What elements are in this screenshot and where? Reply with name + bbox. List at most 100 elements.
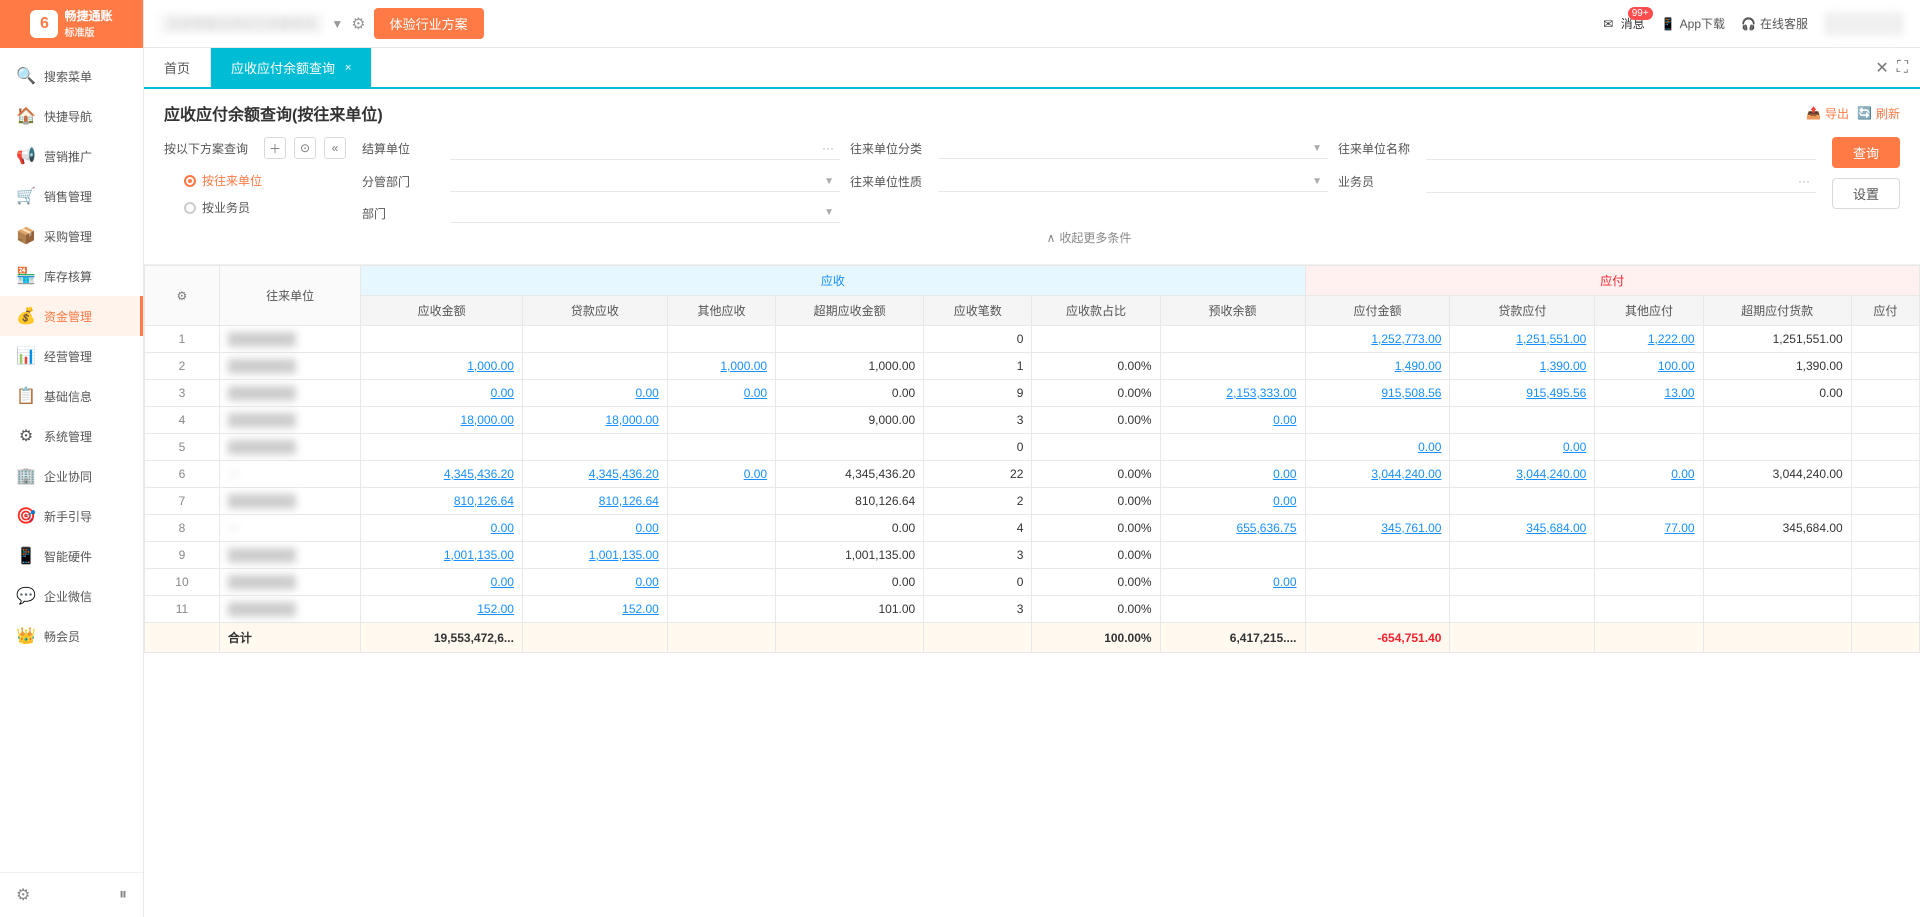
cell-link[interactable]: 0.00: [1273, 575, 1296, 589]
cell-link[interactable]: 0.00: [636, 575, 659, 589]
cell-link[interactable]: 0.00: [1563, 440, 1586, 454]
collapse-icon[interactable]: ⏸: [119, 886, 127, 904]
settlement-input[interactable]: ···: [450, 137, 840, 160]
filter-target-btn[interactable]: ⊙: [294, 137, 316, 159]
cell-link[interactable]: 1,390.00: [1540, 359, 1587, 373]
table-row: 9████████1,001,135.001,001,135.001,001,1…: [145, 542, 1920, 569]
settings-icon[interactable]: ⚙: [16, 885, 30, 905]
app-download-btn[interactable]: 📱 App下载: [1661, 15, 1725, 32]
cell-link[interactable]: 0.00: [744, 467, 767, 481]
tab-current[interactable]: 应收应付余额查询 ×: [211, 48, 372, 87]
collapse-btn[interactable]: ∧ 收起更多条件: [362, 223, 1816, 252]
user-avatar[interactable]: [1824, 12, 1904, 36]
sidebar-item-system[interactable]: ⚙系统管理: [0, 416, 143, 456]
cell-link[interactable]: 0.00: [491, 575, 514, 589]
cell-link[interactable]: 2,153,333.00: [1226, 386, 1296, 400]
sidebar-icon-quick-nav: 🏠: [16, 106, 36, 126]
sidebar-item-capital[interactable]: 💰资金管理: [0, 296, 143, 336]
filter-add-btn[interactable]: ＋: [264, 137, 286, 159]
cell-link[interactable]: 0.00: [491, 386, 514, 400]
cell-link[interactable]: 345,761.00: [1381, 521, 1441, 535]
breadcrumb-arrow[interactable]: ▼: [331, 17, 343, 31]
sidebar-label-quick-nav: 快捷导航: [44, 108, 92, 125]
filter-tab-by-staff[interactable]: 按业务员: [176, 196, 346, 219]
message-btn[interactable]: ✉ 99+ 消息: [1603, 15, 1644, 32]
sidebar-item-search-menu[interactable]: 🔍搜索菜单: [0, 56, 143, 96]
cell-link[interactable]: 0.00: [1671, 467, 1694, 481]
cell-link[interactable]: 810,126.64: [599, 494, 659, 508]
cell-link[interactable]: 915,495.56: [1526, 386, 1586, 400]
cell-link[interactable]: 1,252,773.00: [1371, 332, 1441, 346]
filter-tab-by-unit[interactable]: 按往来单位: [176, 169, 346, 192]
sidebar-item-quick-nav[interactable]: 🏠 快捷导航: [0, 96, 143, 136]
col-settings[interactable]: ⚙: [145, 266, 220, 326]
cell-link[interactable]: 77.00: [1665, 521, 1695, 535]
cell-link[interactable]: 0.00: [1273, 467, 1296, 481]
cell-link[interactable]: 0.00: [636, 521, 659, 535]
department-select[interactable]: ▼: [450, 203, 840, 223]
filter-collapse-btn[interactable]: «: [324, 137, 346, 159]
tab-window-close-btn[interactable]: ✕: [1875, 58, 1888, 78]
sidebar-item-operations[interactable]: 📊经营管理: [0, 336, 143, 376]
dept-select[interactable]: ▼: [450, 172, 840, 192]
tab-expand-btn[interactable]: ⛶: [1897, 59, 1908, 77]
cell-link[interactable]: 0.00: [636, 386, 659, 400]
cell-link[interactable]: 13.00: [1665, 386, 1695, 400]
query-button[interactable]: 查询: [1832, 137, 1900, 168]
cell-link[interactable]: 1,000.00: [720, 359, 767, 373]
cell-link[interactable]: 0.00: [1418, 440, 1441, 454]
tab-close-icon[interactable]: ×: [345, 62, 351, 74]
footer-label: 合计: [219, 623, 360, 653]
sidebar-item-purchase[interactable]: 📦采购管理: [0, 216, 143, 256]
refresh-button[interactable]: 🔄 刷新: [1857, 105, 1900, 122]
cell-link[interactable]: 152.00: [477, 602, 514, 616]
cell-link[interactable]: 100.00: [1658, 359, 1695, 373]
sidebar-item-enterprise[interactable]: 🏢企业协同: [0, 456, 143, 496]
trial-button[interactable]: 体验行业方案: [374, 8, 484, 39]
cell-link[interactable]: 18,000.00: [461, 413, 514, 427]
cell-link[interactable]: 4,345,436.20: [444, 467, 514, 481]
cell-link[interactable]: 1,222.00: [1648, 332, 1695, 346]
tab-home[interactable]: 首页: [144, 48, 211, 87]
sidebar-item-guide[interactable]: 🎯新手引导: [0, 496, 143, 536]
cell-link[interactable]: 0.00: [744, 386, 767, 400]
cell-link[interactable]: 0.00: [1273, 413, 1296, 427]
app-edition: 标准版: [64, 24, 112, 39]
cell-link[interactable]: 915,508.56: [1381, 386, 1441, 400]
cell-link[interactable]: 1,000.00: [467, 359, 514, 373]
cell-link[interactable]: 1,001,135.00: [444, 548, 514, 562]
salesman-input[interactable]: ···: [1426, 170, 1816, 193]
cell-link[interactable]: 3,044,240.00: [1371, 467, 1441, 481]
sidebar-item-inventory[interactable]: 🏪库存核算: [0, 256, 143, 296]
sidebar-item-smart-hw[interactable]: 📱智能硬件: [0, 536, 143, 576]
sidebar-item-sales[interactable]: 🛒销售管理: [0, 176, 143, 216]
cell-link[interactable]: 3,044,240.00: [1516, 467, 1586, 481]
unit-nature-select[interactable]: ▼: [938, 172, 1328, 192]
cell-link[interactable]: 1,251,551.00: [1516, 332, 1586, 346]
footer-ap-other: [1595, 623, 1703, 653]
filter-row-settlement: 结算单位 ···: [362, 137, 840, 160]
sidebar-icon-guide: 🎯: [16, 506, 36, 526]
cell-link[interactable]: 1,001,135.00: [589, 548, 659, 562]
sidebar-item-basic-info[interactable]: 📋基础信息: [0, 376, 143, 416]
cell-link[interactable]: 345,684.00: [1526, 521, 1586, 535]
topbar-gear-icon[interactable]: ⚙: [351, 14, 365, 34]
cell-link[interactable]: 0.00: [1273, 494, 1296, 508]
set-button[interactable]: 设置: [1832, 178, 1900, 209]
cell-link[interactable]: 810,126.64: [454, 494, 514, 508]
sidebar-label-basic-info: 基础信息: [44, 388, 92, 405]
table-row: 8↗0.000.000.0040.00%655,636.75345,761.00…: [145, 515, 1920, 542]
cell-link[interactable]: 0.00: [491, 521, 514, 535]
unit-category-select[interactable]: ▼: [938, 139, 1328, 159]
cell-link[interactable]: 4,345,436.20: [589, 467, 659, 481]
unit-name-input[interactable]: [1426, 137, 1816, 160]
sidebar-item-member[interactable]: 👑畅会员: [0, 616, 143, 656]
cell-link[interactable]: 655,636.75: [1236, 521, 1296, 535]
sidebar-item-enterprise-wx[interactable]: 💬企业微信: [0, 576, 143, 616]
export-button[interactable]: 📤 导出: [1806, 105, 1849, 122]
sidebar-item-marketing[interactable]: 📢营销推广: [0, 136, 143, 176]
cell-link[interactable]: 1,490.00: [1395, 359, 1442, 373]
online-service-btn[interactable]: 🎧 在线客服: [1741, 15, 1808, 32]
cell-link[interactable]: 18,000.00: [605, 413, 658, 427]
cell-link[interactable]: 152.00: [622, 602, 659, 616]
